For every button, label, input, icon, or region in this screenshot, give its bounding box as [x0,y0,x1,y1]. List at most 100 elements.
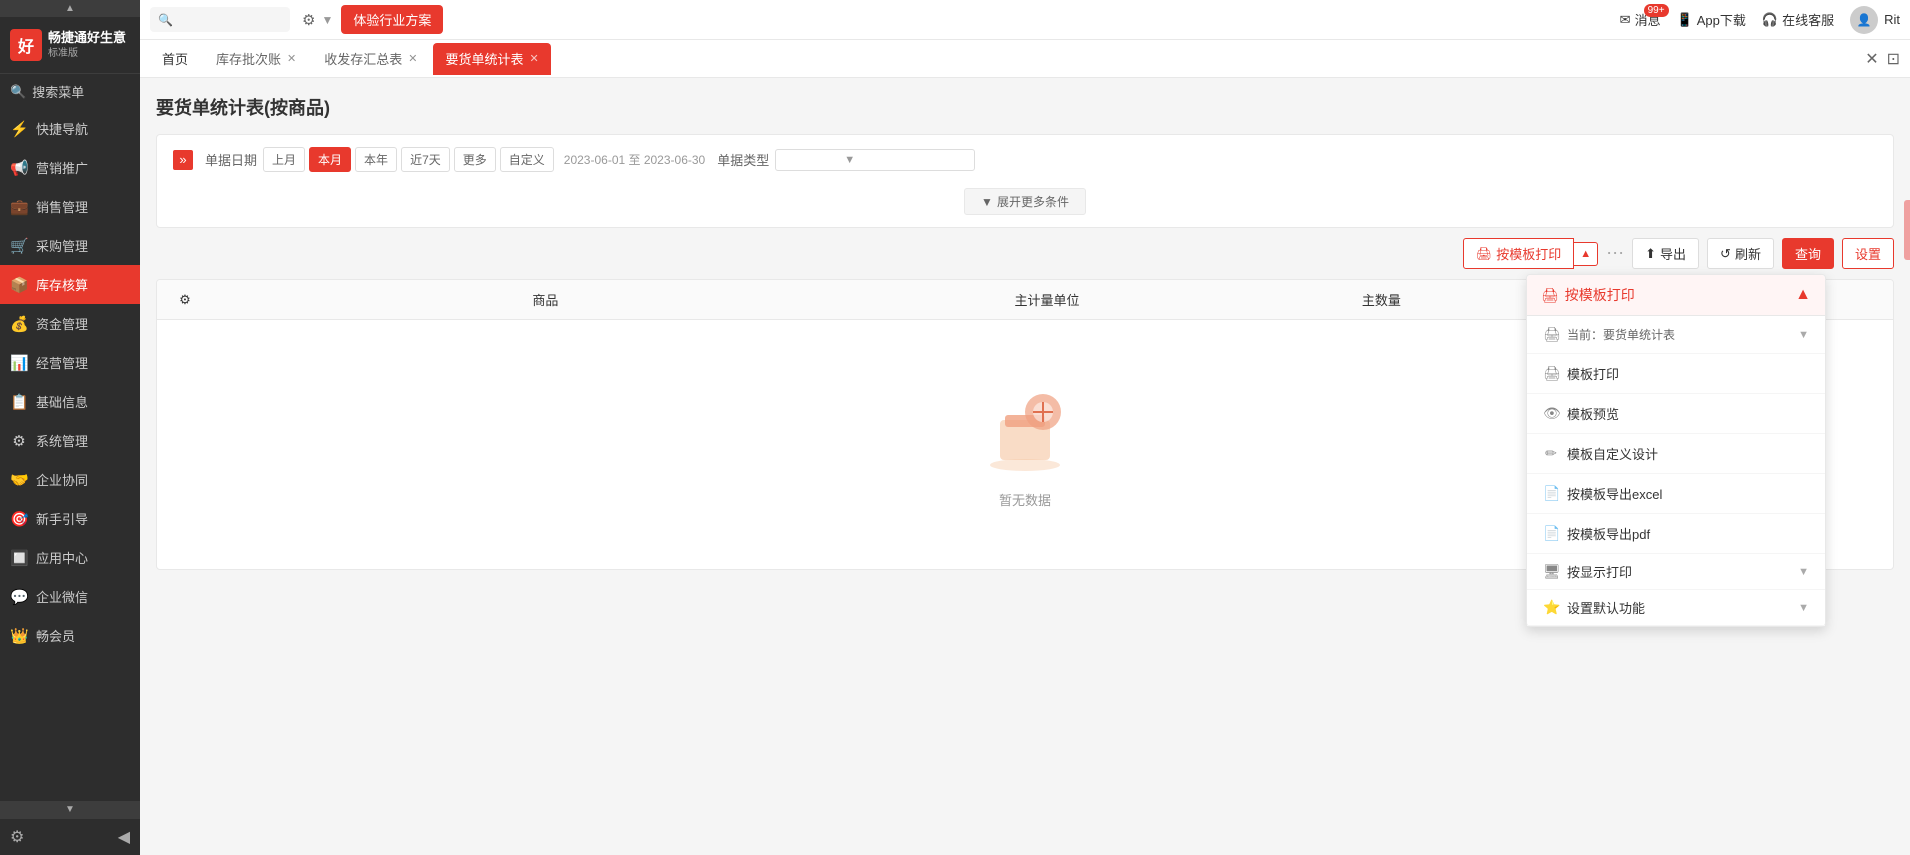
online-service-btn[interactable]: 🎧 在线客服 [1762,10,1834,29]
set-default-arrow: ▼ [1798,602,1809,614]
print-template-btn[interactable]: 🖨 按模板打印 [1463,238,1575,269]
col-unit-header: 主计量单位 [880,290,1214,309]
set-default-label: 设置默认功能 [1567,598,1645,617]
topbar: 🔍 ⚙ ▼ 体验行业方案 ✉ 消息 99+ 📱 App下载 🎧 在线客服 [140,0,1910,40]
topbar-gear-icon[interactable]: ⚙ [302,11,315,29]
more-actions-icon[interactable]: ⋯ [1606,243,1624,264]
dropdown-item-export-pdf[interactable]: 📄 按模板导出pdf [1527,514,1825,554]
sidebar-item-basic[interactable]: 📋 基础信息 [0,382,140,421]
settings-icon[interactable]: ⚙ [10,827,24,847]
print-dropdown-btn[interactable]: ▲ [1574,242,1598,266]
sidebar-item-sales[interactable]: 💼 销售管理 [0,187,140,226]
topbar-dropdown-icon[interactable]: ▼ [321,13,333,27]
app-download-btn[interactable]: 📱 App下载 [1677,10,1746,29]
export-btn[interactable]: ⬆ 导出 [1632,238,1699,269]
template-print-label: 模板打印 [1567,364,1619,383]
tab-order-stats[interactable]: 要货单统计表 ✕ [433,43,550,75]
user-info[interactable]: 👤 Rit [1850,6,1900,34]
main-content: 🔍 ⚙ ▼ 体验行业方案 ✉ 消息 99+ 📱 App下载 🎧 在线客服 [140,0,1910,855]
resize-handle[interactable] [1904,200,1910,260]
date-filter-group: 单据日期 上月 本月 本年 近7天 更多 自定义 2023-06-01 至 20… [205,147,705,172]
sidebar-item-apps[interactable]: 🔲 应用中心 [0,538,140,577]
collapse-icon[interactable]: ◀ [118,827,130,847]
user-avatar: 👤 [1850,6,1878,34]
dropdown-item-template-print[interactable]: 🖨 模板打印 [1527,354,1825,394]
current-item-label: 当前：要货单统计表 [1567,326,1675,343]
doc-type-select[interactable]: ▼ [775,149,975,171]
print-dropdown-panel: 🖨 按模板打印 ▲ 🖨 当前：要货单统计表 ▼ 🖨 模板打印 👁 模板预览 [1526,274,1826,627]
expand-label: 展开更多条件 [997,193,1069,210]
guide-icon: 🎯 [10,510,28,528]
dropdown-section-set-default[interactable]: ⭐ 设置默认功能 ▼ [1527,590,1825,626]
marketing-icon: 📢 [10,159,28,177]
export-icon: ⬆ [1645,246,1656,262]
tab-close-icon[interactable]: ✕ [408,52,417,65]
custom-date-btn[interactable]: 自定义 [500,147,554,172]
sidebar-item-cooperation[interactable]: 🤝 企业协同 [0,460,140,499]
sidebar-item-inventory[interactable]: 📦 库存核算 [0,265,140,304]
col-settings-header[interactable]: ⚙ [167,292,203,308]
tab-close-icon[interactable]: ✕ [287,52,296,65]
app-edition: 标准版 [48,47,126,60]
tab-expand-icon[interactable]: ⊡ [1887,49,1900,69]
experience-btn[interactable]: 体验行业方案 [341,5,443,34]
sidebar-item-guide[interactable]: 🎯 新手引导 [0,499,140,538]
topbar-search-text [177,11,225,28]
tab-inventory-batch[interactable]: 库存批次账 ✕ [204,43,308,75]
sidebar-item-operations[interactable]: 📊 经营管理 [0,343,140,382]
display-print-label: 按显示打印 [1567,562,1632,581]
sidebar-item-marketing[interactable]: 📢 营销推广 [0,148,140,187]
sales-icon: 💼 [10,198,28,216]
tab-close-icon[interactable]: ✕ [530,52,539,65]
sidebar-item-label: 企业微信 [36,587,88,606]
sidebar-item-purchase[interactable]: 🛒 采购管理 [0,226,140,265]
current-year-btn[interactable]: 本年 [355,147,397,172]
sidebar-item-label: 应用中心 [36,548,88,567]
sidebar-item-quick-nav[interactable]: ⚡ 快捷导航 [0,109,140,148]
current-month-btn[interactable]: 本月 [309,147,351,172]
tab-home[interactable]: 首页 [150,43,200,75]
more-date-btn[interactable]: 更多 [454,147,496,172]
empty-text: 暂无数据 [999,490,1051,509]
topbar-right: ✉ 消息 99+ 📱 App下载 🎧 在线客服 👤 Rit [1620,6,1900,34]
sidebar-item-wechat[interactable]: 💬 企业微信 [0,577,140,616]
sidebar-nav: ⚡ 快捷导航 📢 营销推广 💼 销售管理 🛒 采购管理 📦 库存核算 💰 资金管… [0,109,140,801]
expand-more-btn[interactable]: ▼ 展开更多条件 [964,188,1086,215]
sidebar-search[interactable]: 🔍 搜索菜单 [0,74,140,109]
dropdown-current-item: 🖨 当前：要货单统计表 ▼ [1527,316,1825,354]
export-pdf-label: 按模板导出pdf [1567,524,1650,543]
operations-icon: 📊 [10,354,28,372]
topbar-actions: ⚙ ▼ [302,11,333,29]
sidebar-scroll-up[interactable]: ▲ [0,0,140,17]
current-item-arrow: ▼ [1798,329,1809,341]
dropdown-section-display-print[interactable]: 🖥 按显示打印 ▼ [1527,554,1825,590]
refresh-btn[interactable]: ↺ 刷新 [1707,238,1774,269]
query-btn[interactable]: 查询 [1782,238,1834,269]
sidebar-item-system[interactable]: ⚙ 系统管理 [0,421,140,460]
dropdown-item-template-preview[interactable]: 👁 模板预览 [1527,394,1825,434]
sidebar-item-finance[interactable]: 💰 资金管理 [0,304,140,343]
settings-btn[interactable]: 设置 [1842,238,1894,269]
message-btn[interactable]: ✉ 消息 99+ [1620,10,1661,29]
export-label: 导出 [1660,244,1686,263]
tab-receivable-summary[interactable]: 收发存汇总表 ✕ [312,43,429,75]
query-label: 查询 [1795,244,1821,263]
doc-type-filter-group: 单据类型 ▼ [717,149,975,171]
sidebar-item-label: 经营管理 [36,353,88,372]
print-dropdown-close-icon[interactable]: ▲ [1795,286,1811,304]
dropdown-item-template-custom[interactable]: ✏ 模板自定义设计 [1527,434,1825,474]
sidebar-scroll-down[interactable]: ▼ [0,801,140,818]
tab-label: 收发存汇总表 [324,49,402,68]
date-buttons: 上月 本月 本年 近7天 更多 自定义 [263,147,554,172]
sidebar-logo: 好 畅捷通好生意 标准版 [0,17,140,74]
sidebar-item-label: 快捷导航 [36,119,88,138]
prev-month-btn[interactable]: 上月 [263,147,305,172]
filter-toggle-btn[interactable]: » [173,150,193,170]
dropdown-item-export-excel[interactable]: 📄 按模板导出excel [1527,474,1825,514]
refresh-icon: ↺ [1720,246,1731,262]
last-7-days-btn[interactable]: 近7天 [401,147,450,172]
sidebar-item-member[interactable]: 👑 畅会员 [0,616,140,655]
current-item-icon: 🖨 [1543,326,1559,343]
tab-close-all-icon[interactable]: ✕ [1865,49,1878,69]
topbar-search-box[interactable]: 🔍 [150,7,290,32]
